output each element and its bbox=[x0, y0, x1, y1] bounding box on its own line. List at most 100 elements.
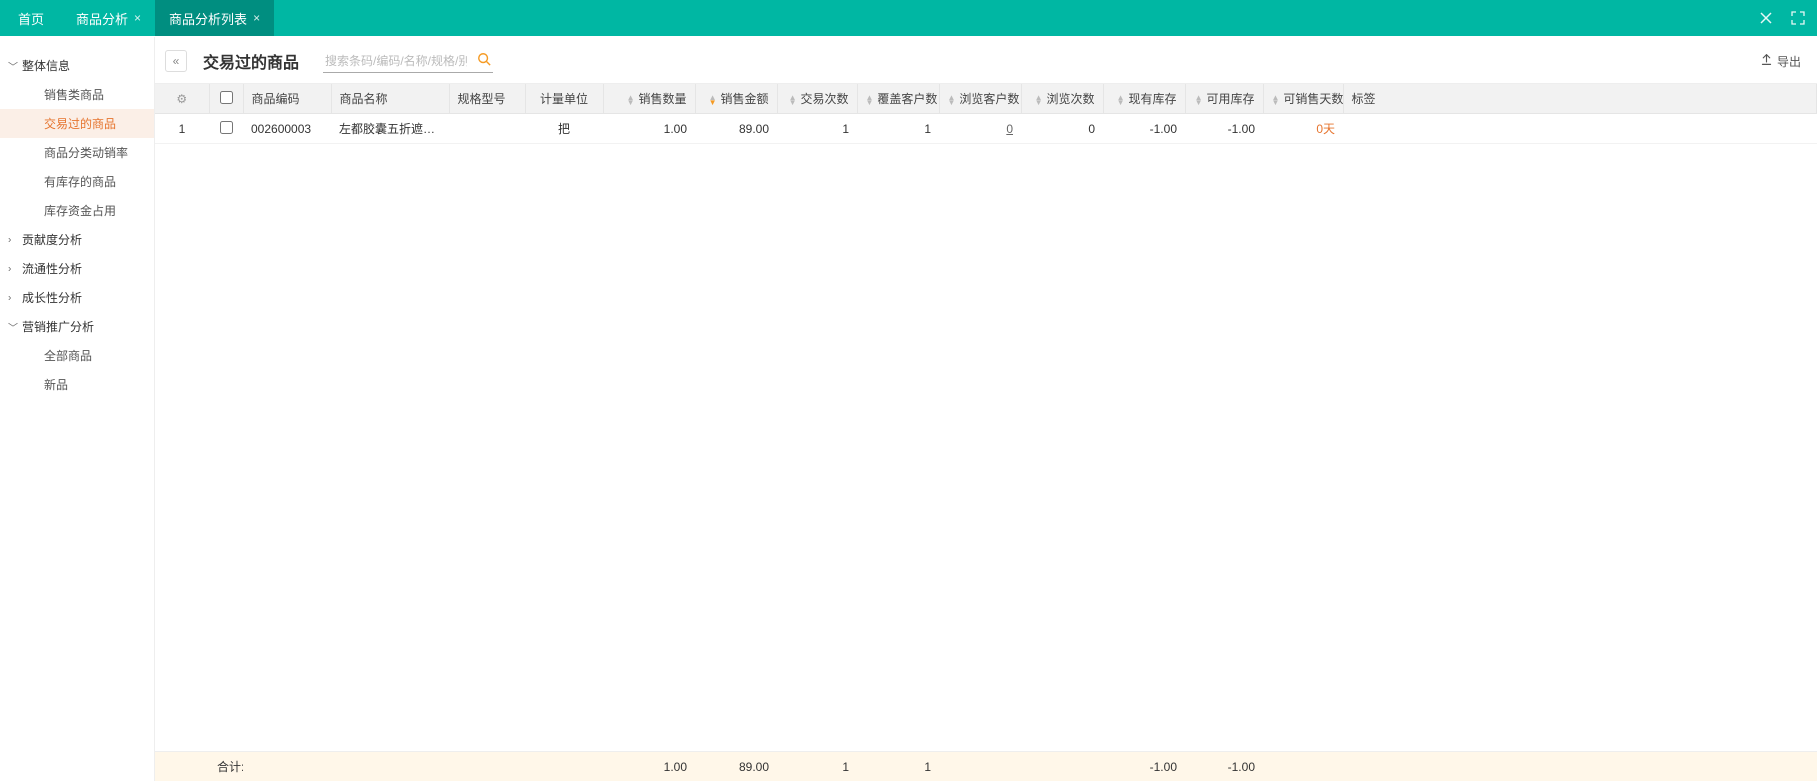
sidebar-item-new-products[interactable]: 新品 bbox=[0, 370, 154, 399]
sort-icon: ▲▼ bbox=[1195, 95, 1203, 105]
content-header: « 交易过的商品 导出 bbox=[155, 37, 1817, 83]
sidebar-group-liquidity: › 流通性分析 bbox=[0, 254, 154, 283]
cell-customers: 1 bbox=[857, 114, 939, 144]
sort-icon: ▲▼ bbox=[789, 95, 797, 105]
col-trades[interactable]: ▲▼交易次数 bbox=[777, 84, 857, 114]
chevron-down-icon: ﹀ bbox=[8, 319, 18, 334]
export-button[interactable]: 导出 bbox=[1760, 53, 1801, 70]
col-customers[interactable]: ▲▼覆盖客户数 bbox=[857, 84, 939, 114]
chevron-down-icon: ﹀ bbox=[8, 58, 18, 73]
sidebar-item-traded-products[interactable]: 交易过的商品 bbox=[0, 109, 154, 138]
sidebar-group-growth: › 成长性分析 bbox=[0, 283, 154, 312]
col-label: 规格型号 bbox=[458, 92, 506, 106]
sidebar-group-header[interactable]: ﹀ 营销推广分析 bbox=[0, 312, 154, 341]
sidebar-item-sales-products[interactable]: 销售类商品 bbox=[0, 80, 154, 109]
col-settings[interactable]: ⚙ bbox=[155, 84, 209, 114]
sidebar-group-label: 营销推广分析 bbox=[22, 318, 94, 335]
tab-bar: 首页 商品分析 × 商品分析列表 × bbox=[0, 0, 1817, 36]
sidebar-group-header[interactable]: › 贡献度分析 bbox=[0, 225, 154, 254]
cell-views: 0 bbox=[1021, 114, 1103, 144]
tab-product-analysis[interactable]: 商品分析 × bbox=[62, 0, 155, 36]
col-browse-customers[interactable]: ▲▼浏览客户数 bbox=[939, 84, 1021, 114]
search-icon[interactable] bbox=[477, 52, 491, 69]
sidebar-group-label: 贡献度分析 bbox=[22, 231, 82, 248]
table-header: ⚙ 商品编码 商品名称 规格型号 计量单位 ▲▼销售数量 ▲▼销售金额 ▲▼交易… bbox=[155, 84, 1817, 114]
cell-qty: 1.00 bbox=[603, 114, 695, 144]
col-sellable-days[interactable]: ▲▼可销售天数 bbox=[1263, 84, 1343, 114]
tab-home[interactable]: 首页 bbox=[0, 0, 62, 36]
cell-trades: 1 bbox=[777, 114, 857, 144]
search-wrap bbox=[323, 50, 493, 73]
sidebar-group-header[interactable]: › 成长性分析 bbox=[0, 283, 154, 312]
sidebar-group-header[interactable]: ﹀ 整体信息 bbox=[0, 51, 154, 80]
col-code[interactable]: 商品编码 bbox=[243, 84, 331, 114]
sidebar-item-label: 销售类商品 bbox=[44, 88, 104, 102]
header-actions: 导出 bbox=[1760, 53, 1801, 70]
sidebar-item-label: 有库存的商品 bbox=[44, 175, 116, 189]
close-icon[interactable]: × bbox=[253, 11, 260, 25]
col-label: 浏览次数 bbox=[1046, 92, 1094, 106]
totals-label: 合计: bbox=[209, 758, 243, 775]
double-chevron-left-icon: « bbox=[173, 54, 180, 68]
tab-home-label: 首页 bbox=[18, 9, 44, 28]
sidebar-item-all-products[interactable]: 全部商品 bbox=[0, 341, 154, 370]
cell-name: 左都胶囊五折遮阳伞防晒伞; bbox=[331, 114, 449, 144]
col-label: 计量单位 bbox=[540, 92, 588, 106]
collapse-sidebar-button[interactable]: « bbox=[165, 50, 187, 72]
col-spec[interactable]: 规格型号 bbox=[449, 84, 525, 114]
browse-customers-link[interactable]: 0 bbox=[1006, 122, 1013, 136]
tab-product-analysis-list[interactable]: 商品分析列表 × bbox=[155, 0, 274, 36]
col-select-all[interactable] bbox=[209, 84, 243, 114]
sidebar-item-label: 库存资金占用 bbox=[44, 204, 116, 218]
col-label: 覆盖客户数 bbox=[877, 92, 937, 106]
sidebar-item-with-stock[interactable]: 有库存的商品 bbox=[0, 167, 154, 196]
sidebar-group-label: 整体信息 bbox=[22, 57, 70, 74]
sort-icon: ▲▼ bbox=[627, 95, 635, 105]
col-stock[interactable]: ▲▼现有库存 bbox=[1103, 84, 1185, 114]
sidebar-group-label: 成长性分析 bbox=[22, 289, 82, 306]
fullscreen-icon[interactable] bbox=[1787, 7, 1809, 29]
col-available[interactable]: ▲▼可用库存 bbox=[1185, 84, 1263, 114]
sidebar-item-label: 全部商品 bbox=[44, 349, 92, 363]
col-amount[interactable]: ▲▼销售金额 bbox=[695, 84, 777, 114]
sidebar-group-marketing: ﹀ 营销推广分析 全部商品 新品 bbox=[0, 312, 154, 399]
table-wrap: ⚙ 商品编码 商品名称 规格型号 计量单位 ▲▼销售数量 ▲▼销售金额 ▲▼交易… bbox=[155, 83, 1817, 751]
col-name[interactable]: 商品名称 bbox=[331, 84, 449, 114]
close-all-icon[interactable] bbox=[1755, 7, 1777, 29]
chevron-right-icon: › bbox=[8, 234, 11, 245]
sort-icon: ▲▼ bbox=[866, 95, 874, 105]
col-unit[interactable]: 计量单位 bbox=[525, 84, 603, 114]
tab-bar-actions bbox=[1755, 0, 1817, 36]
sort-icon: ▲▼ bbox=[1272, 95, 1280, 105]
col-label: 标签 bbox=[1352, 92, 1376, 106]
col-label: 现有库存 bbox=[1128, 92, 1176, 106]
page-title: 交易过的商品 bbox=[203, 49, 299, 73]
row-checkbox[interactable] bbox=[220, 121, 233, 134]
tab-label: 商品分析列表 bbox=[169, 9, 247, 28]
export-label: 导出 bbox=[1777, 53, 1801, 70]
cell-spec bbox=[449, 114, 525, 144]
data-table: ⚙ 商品编码 商品名称 规格型号 计量单位 ▲▼销售数量 ▲▼销售金额 ▲▼交易… bbox=[155, 84, 1817, 144]
sidebar-item-category-turnover[interactable]: 商品分类动销率 bbox=[0, 138, 154, 167]
sort-icon: ▲▼ bbox=[1035, 95, 1043, 105]
cell-select[interactable] bbox=[209, 114, 243, 144]
col-qty[interactable]: ▲▼销售数量 bbox=[603, 84, 695, 114]
col-label: 销售数量 bbox=[638, 92, 686, 106]
content: « 交易过的商品 导出 bbox=[155, 37, 1817, 781]
sidebar-item-label: 交易过的商品 bbox=[44, 117, 116, 131]
col-tag[interactable]: 标签 bbox=[1343, 84, 1817, 114]
close-icon[interactable]: × bbox=[134, 11, 141, 25]
totals-available: -1.00 bbox=[1185, 760, 1263, 774]
search-input[interactable] bbox=[323, 50, 493, 73]
select-all-checkbox[interactable] bbox=[220, 91, 233, 104]
sidebar-group-header[interactable]: › 流通性分析 bbox=[0, 254, 154, 283]
col-views[interactable]: ▲▼浏览次数 bbox=[1021, 84, 1103, 114]
totals-qty: 1.00 bbox=[603, 760, 695, 774]
cell-browse-customers[interactable]: 0 bbox=[939, 114, 1021, 144]
table-row[interactable]: 1 002600003 左都胶囊五折遮阳伞防晒伞; 把 1.00 89.00 1… bbox=[155, 114, 1817, 144]
table-body: 1 002600003 左都胶囊五折遮阳伞防晒伞; 把 1.00 89.00 1… bbox=[155, 114, 1817, 144]
totals-customers: 1 bbox=[857, 760, 939, 774]
chevron-right-icon: › bbox=[8, 292, 11, 303]
sidebar-item-stock-capital[interactable]: 库存资金占用 bbox=[0, 196, 154, 225]
main-area: ﹀ 整体信息 销售类商品 交易过的商品 商品分类动销率 有库存的商品 库存资金占… bbox=[0, 36, 1817, 781]
